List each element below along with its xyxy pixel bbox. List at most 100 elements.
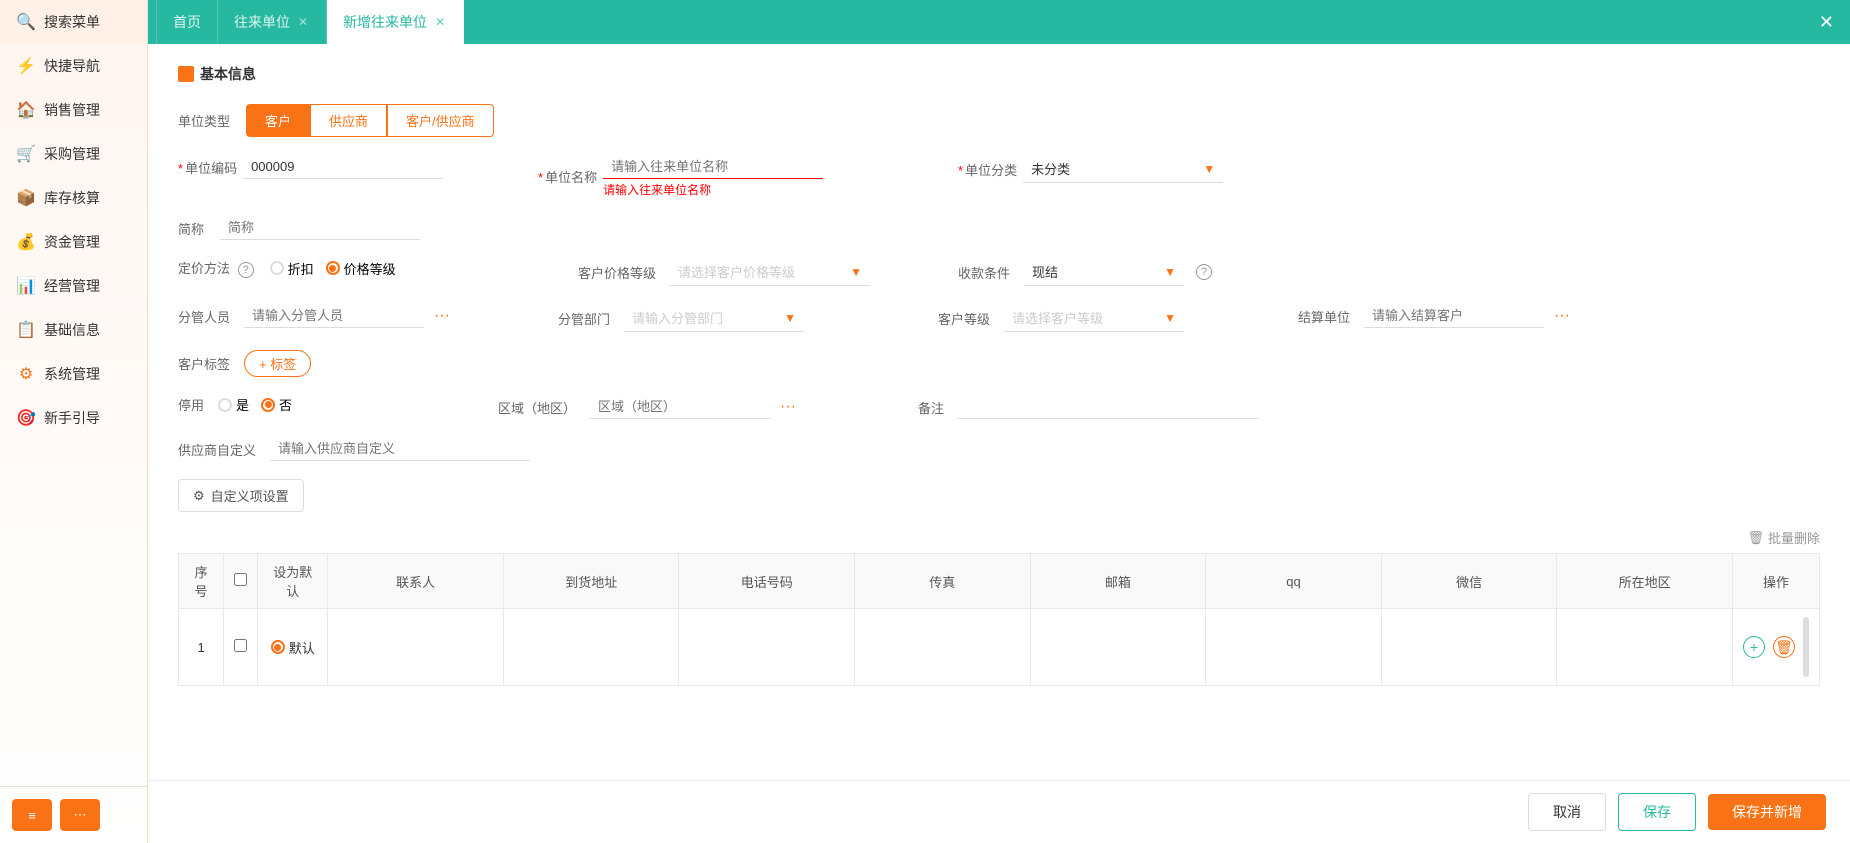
payment-help-icon[interactable]: ? [1196,264,1212,280]
table-actions: 🗑 批量删除 [178,528,1820,547]
sidebar-item-guide[interactable]: 🎯 新手引导 [0,396,147,440]
department-arrow: ▼ [784,311,796,325]
manager-input[interactable] [244,304,424,328]
code-name-cat-row: *单位编码 *单位名称 请输入往来单位名称 *单位分类 未分类 ▼ [178,155,1820,198]
tag-row: 客户标签 + 标签 [178,350,1820,377]
tab-label: 首页 [173,12,201,32]
save-and-new-button[interactable]: 保存并新增 [1708,794,1826,830]
unit-name-input[interactable] [603,155,823,179]
unit-category-select[interactable]: 未分类 ▼ [1023,155,1223,183]
save-button[interactable]: 保存 [1618,793,1696,831]
row-delete-btn[interactable]: 🗑 [1773,636,1795,658]
settings-icon: ⚙ [193,488,205,504]
purchase-icon: 🛒 [16,144,36,164]
manager-field: 分管人员 ··· [178,304,518,328]
add-tag-btn[interactable]: + 标签 [244,350,311,377]
price-level-arrow: ▼ [850,265,862,279]
pricing-radio-group: 折扣 价格等级 [270,259,396,278]
area-input[interactable] [1567,640,1722,655]
sidebar-extra-btn[interactable]: ⋯ [60,799,100,831]
sidebar-item-label: 经营管理 [44,276,100,296]
guide-icon: 🎯 [16,408,36,428]
type-btn-customer[interactable]: 客户 [246,104,310,137]
payment-terms-select[interactable]: 现结 ▼ [1024,258,1184,286]
short-name-input[interactable] [220,216,420,240]
unit-category-arrow: ▼ [1203,162,1215,176]
sidebar-item-search[interactable]: 🔍 搜索菜单 [0,0,147,44]
manager-more-btn[interactable]: ··· [430,307,454,325]
department-select[interactable]: 请输入分管部门 ▼ [624,304,804,332]
sidebar-item-sales[interactable]: 🏠 销售管理 [0,88,147,132]
th-contact: 联系人 [328,554,504,609]
price-level-select[interactable]: 请选择客户价格等级 ▼ [670,258,870,286]
row-area[interactable] [1557,609,1733,686]
email-input[interactable] [1041,640,1196,655]
tab-bar-close-all[interactable]: ✕ [1811,12,1842,33]
th-op: 操作 [1732,554,1819,609]
settlement-more-btn[interactable]: ··· [1550,307,1574,325]
row-wechat[interactable] [1381,609,1557,686]
row-drag-handle[interactable] [1803,617,1809,677]
tab-close-partners[interactable]: ✕ [296,13,310,31]
row-address[interactable] [503,609,679,686]
sidebar-bottom: ≡ ⋯ [0,786,147,843]
tab-new-partner[interactable]: 新增往来单位 ✕ [327,0,464,44]
sidebar-item-operations[interactable]: 📊 经营管理 [0,264,147,308]
sidebar-item-inventory[interactable]: 📦 库存核算 [0,176,147,220]
contact-input[interactable] [338,640,493,655]
disabled-radio-no[interactable]: 否 [261,395,292,414]
fax-input[interactable] [865,640,1020,655]
cancel-button[interactable]: 取消 [1528,793,1606,831]
disabled-no-circle [261,398,275,412]
sidebar-item-quicknav[interactable]: ⚡ 快捷导航 [0,44,147,88]
batch-delete-btn[interactable]: 🗑 批量删除 [1747,528,1820,547]
row-checkbox[interactable] [234,639,247,652]
region-more-btn[interactable]: ··· [776,398,800,416]
default-radio[interactable]: 默认 [268,638,317,657]
disabled-radio-yes[interactable]: 是 [218,395,249,414]
row-qq[interactable] [1206,609,1382,686]
custom-settings-btn[interactable]: ⚙ 自定义项设置 [178,479,304,512]
select-all-checkbox[interactable] [234,573,247,586]
region-input[interactable] [590,395,770,419]
row-contact[interactable] [328,609,504,686]
sales-icon: 🏠 [16,100,36,120]
sidebar-collapse-btn[interactable]: ≡ [12,799,52,831]
sidebar-item-basics[interactable]: 📋 基础信息 [0,308,147,352]
customer-level-select[interactable]: 请选择客户等级 ▼ [1004,304,1184,332]
tab-close-new-partner[interactable]: ✕ [433,13,447,31]
row-add-btn[interactable]: + [1743,636,1765,658]
th-checkbox [224,554,258,609]
wechat-input[interactable] [1392,640,1547,655]
qq-input[interactable] [1216,640,1371,655]
row-email[interactable] [1030,609,1206,686]
price-level-label: 客户价格等级 [578,263,656,282]
remark-input[interactable] [958,395,1258,419]
pricing-radio-level[interactable]: 价格等级 [326,259,396,278]
tab-partners[interactable]: 往来单位 ✕ [218,0,327,44]
basics-icon: 📋 [16,320,36,340]
sidebar-item-finance[interactable]: 💰 资金管理 [0,220,147,264]
type-btn-both[interactable]: 客户/供应商 [387,104,494,137]
trash-icon: 🗑 [1747,530,1764,546]
unit-code-input[interactable] [243,155,443,179]
row-fax[interactable] [855,609,1031,686]
supplier-custom-input[interactable] [270,437,530,461]
pricing-help-icon[interactable]: ? [238,262,254,278]
tab-home[interactable]: 首页 [156,0,218,44]
phone-input[interactable] [689,640,844,655]
sidebar-item-system[interactable]: ⚙ 系统管理 [0,352,147,396]
quicknav-icon: ⚡ [16,56,36,76]
th-qq: qq [1206,554,1382,609]
sidebar-item-label: 库存核算 [44,188,100,208]
region-field: 区域（地区） ··· [498,395,838,419]
type-btn-supplier[interactable]: 供应商 [310,104,387,137]
disabled-no-label: 否 [279,395,292,414]
settlement-input[interactable] [1364,304,1544,328]
pricing-method-field: 定价方法 ? 折扣 价格等级 [178,258,538,278]
address-input[interactable] [514,640,669,655]
pricing-radio-discount[interactable]: 折扣 [270,259,314,278]
row-phone[interactable] [679,609,855,686]
sidebar-item-purchase[interactable]: 🛒 采购管理 [0,132,147,176]
tab-bar: 首页 往来单位 ✕ 新增往来单位 ✕ ✕ [148,0,1850,44]
